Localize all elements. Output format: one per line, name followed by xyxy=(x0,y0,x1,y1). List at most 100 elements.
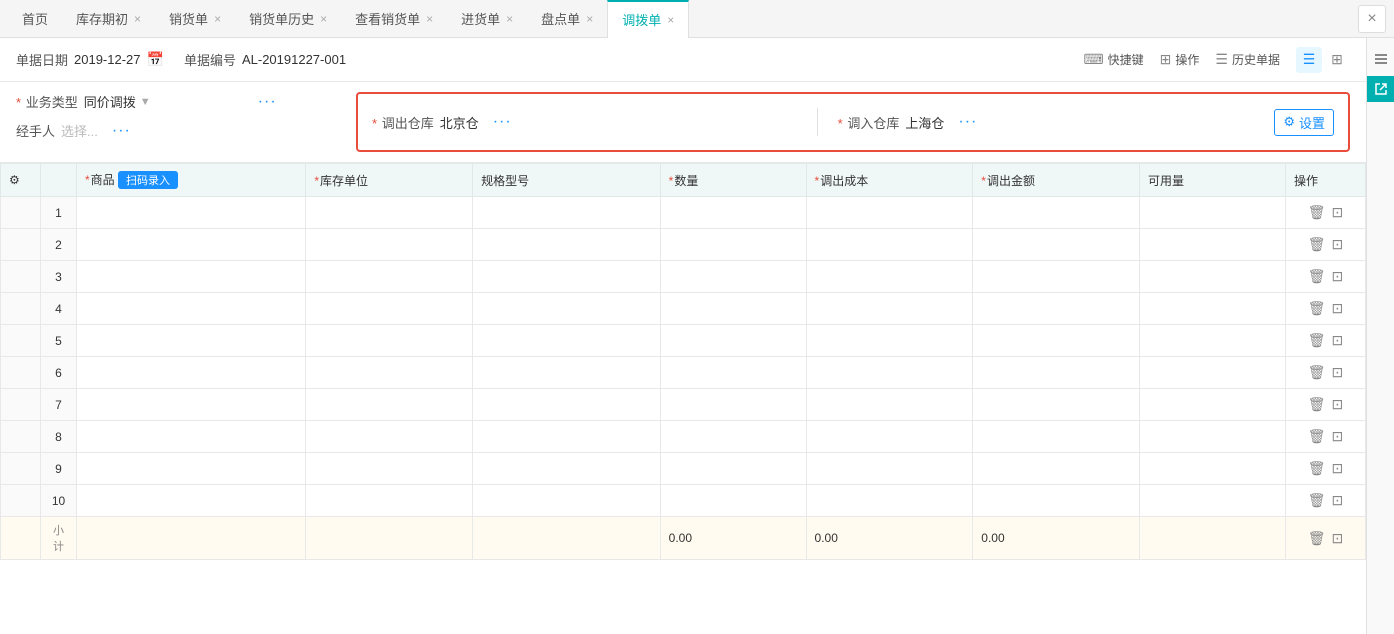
product-cell-8[interactable] xyxy=(77,421,306,453)
warehouse-in-more[interactable]: ··· xyxy=(958,113,977,131)
tab-bar: 首页 库存期初 × 销货单 × 销货单历史 × 查看销货单 × 进货单 × 盘点… xyxy=(0,0,1394,38)
available-cell-3 xyxy=(1140,261,1286,293)
delete-row-icon-2[interactable]: 🗑 xyxy=(1308,236,1326,253)
product-cell-5[interactable] xyxy=(77,325,306,357)
shortcuts-button[interactable]: ⌨ 快捷键 xyxy=(1083,51,1143,68)
history-icon: ☰ xyxy=(1215,51,1228,68)
tab-close-sales-history[interactable]: × xyxy=(320,12,327,26)
copy-row-icon-6[interactable]: ⊡ xyxy=(1332,364,1344,381)
gear-cell-9 xyxy=(1,453,41,485)
copy-row-icon-3[interactable]: ⊡ xyxy=(1332,268,1344,285)
scan-button[interactable]: 扫码录入 xyxy=(118,171,178,189)
tab-close-inventory-check[interactable]: × xyxy=(586,12,593,26)
delete-row-icon-3[interactable]: 🗑 xyxy=(1308,268,1326,285)
amount-cell-10 xyxy=(973,485,1140,517)
tab-view-sales[interactable]: 查看销货单 × xyxy=(341,0,447,38)
gear-icon: ⚙ xyxy=(9,173,20,187)
warehouse-out-more[interactable]: ··· xyxy=(493,113,512,131)
tab-inventory-init[interactable]: 库存期初 × xyxy=(62,0,155,38)
qty-cell-6[interactable] xyxy=(660,357,806,389)
tab-close-view-sales[interactable]: × xyxy=(426,12,433,26)
product-cell-4[interactable] xyxy=(77,293,306,325)
gear-cell-1 xyxy=(1,197,41,229)
tab-home[interactable]: 首页 xyxy=(8,0,62,38)
operations-button[interactable]: ⊞ 操作 xyxy=(1160,51,1200,68)
product-cell-7[interactable] xyxy=(77,389,306,421)
delete-row-icon-1[interactable]: 🗑 xyxy=(1308,204,1326,221)
person-input[interactable]: 选择... xyxy=(61,121,98,140)
header-right: ⌨ 快捷键 ⊞ 操作 ☰ 历史单据 ☰ ⊞ xyxy=(1083,47,1350,73)
tab-sales-order[interactable]: 销货单 × xyxy=(155,0,235,38)
delete-row-icon-8[interactable]: 🗑 xyxy=(1308,428,1326,445)
copy-row-icon-7[interactable]: ⊡ xyxy=(1332,396,1344,413)
grid-view-icon[interactable]: ⊞ xyxy=(1324,47,1350,73)
qty-cell-7[interactable] xyxy=(660,389,806,421)
tab-close-inventory-init[interactable]: × xyxy=(134,12,141,26)
history-button[interactable]: ☰ 历史单据 xyxy=(1215,51,1280,68)
tab-sales-history[interactable]: 销货单历史 × xyxy=(235,0,341,38)
product-cell-2[interactable] xyxy=(77,229,306,261)
biz-type-select[interactable]: 同价调拨 ▼ xyxy=(84,92,244,111)
cost-cell-3 xyxy=(806,261,973,293)
qty-cell-10[interactable] xyxy=(660,485,806,517)
product-cell-6[interactable] xyxy=(77,357,306,389)
qty-cell-3[interactable] xyxy=(660,261,806,293)
window-close-button[interactable]: × xyxy=(1358,5,1386,33)
unit-cell-10 xyxy=(306,485,473,517)
qty-cell-1[interactable] xyxy=(660,197,806,229)
tab-inventory-check[interactable]: 盘点单 × xyxy=(527,0,607,38)
list-view-icon[interactable]: ☰ xyxy=(1296,47,1322,73)
unit-cell-4 xyxy=(306,293,473,325)
unit-cell-5 xyxy=(306,325,473,357)
copy-row-icon-10[interactable]: ⊡ xyxy=(1332,492,1344,509)
subtotal-product-cell xyxy=(77,517,306,560)
qty-cell-9[interactable] xyxy=(660,453,806,485)
tab-close-sales-order[interactable]: × xyxy=(214,12,221,26)
product-cell-9[interactable] xyxy=(77,453,306,485)
copy-row-icon-2[interactable]: ⊡ xyxy=(1332,236,1344,253)
product-cell-3[interactable] xyxy=(77,261,306,293)
tab-transfer-order[interactable]: 调拨单 × xyxy=(607,0,689,38)
cost-cell-9 xyxy=(806,453,973,485)
copy-row-icon-4[interactable]: ⊡ xyxy=(1332,300,1344,317)
sidebar-list-icon[interactable] xyxy=(1368,46,1394,72)
gear-cell-6 xyxy=(1,357,41,389)
warehouse-out-value: 北京仓 xyxy=(440,113,479,132)
tab-purchase-order[interactable]: 进货单 × xyxy=(447,0,527,38)
copy-row-icon-5[interactable]: ⊡ xyxy=(1332,332,1344,349)
biz-type-required-star: * xyxy=(16,95,21,110)
tab-close-transfer-order[interactable]: × xyxy=(667,13,674,27)
spec-cell-8 xyxy=(473,421,661,453)
amount-cell-4 xyxy=(973,293,1140,325)
subtotal-spec-cell xyxy=(473,517,661,560)
actions-cell-1: 🗑 ⊡ xyxy=(1286,197,1366,229)
biz-type-value: 同价调拨 xyxy=(84,92,136,111)
copy-row-icon-8[interactable]: ⊡ xyxy=(1332,428,1344,445)
settings-button[interactable]: ⚙ 设置 xyxy=(1274,109,1334,136)
col-gear[interactable]: ⚙ xyxy=(1,164,41,197)
table-container[interactable]: ⚙ *商品 扫码录入 *库存单位 规格型号 *数量 xyxy=(0,163,1366,634)
doc-field: 单据编号 AL-20191227-001 xyxy=(184,50,346,69)
copy-row-icon-1[interactable]: ⊡ xyxy=(1332,204,1344,221)
qty-cell-5[interactable] xyxy=(660,325,806,357)
qty-cell-8[interactable] xyxy=(660,421,806,453)
qty-cell-2[interactable] xyxy=(660,229,806,261)
delete-row-icon-7[interactable]: 🗑 xyxy=(1308,396,1326,413)
person-more[interactable]: ··· xyxy=(112,122,131,140)
copy-icon[interactable]: ⊡ xyxy=(1332,530,1344,547)
qty-cell-4[interactable] xyxy=(660,293,806,325)
delete-icon[interactable]: 🗑 xyxy=(1308,530,1326,547)
product-cell-10[interactable] xyxy=(77,485,306,517)
delete-row-icon-10[interactable]: 🗑 xyxy=(1308,492,1326,509)
tab-close-purchase-order[interactable]: × xyxy=(506,12,513,26)
delete-row-icon-4[interactable]: 🗑 xyxy=(1308,300,1326,317)
copy-row-icon-9[interactable]: ⊡ xyxy=(1332,460,1344,477)
delete-row-icon-9[interactable]: 🗑 xyxy=(1308,460,1326,477)
delete-row-icon-6[interactable]: 🗑 xyxy=(1308,364,1326,381)
row-num-10: 10 xyxy=(41,485,77,517)
biz-type-more[interactable]: ··· xyxy=(258,93,277,111)
product-cell-1[interactable] xyxy=(77,197,306,229)
calendar-icon[interactable]: 📅 xyxy=(147,51,164,68)
delete-row-icon-5[interactable]: 🗑 xyxy=(1308,332,1326,349)
sidebar-external-link-icon[interactable] xyxy=(1367,76,1394,102)
